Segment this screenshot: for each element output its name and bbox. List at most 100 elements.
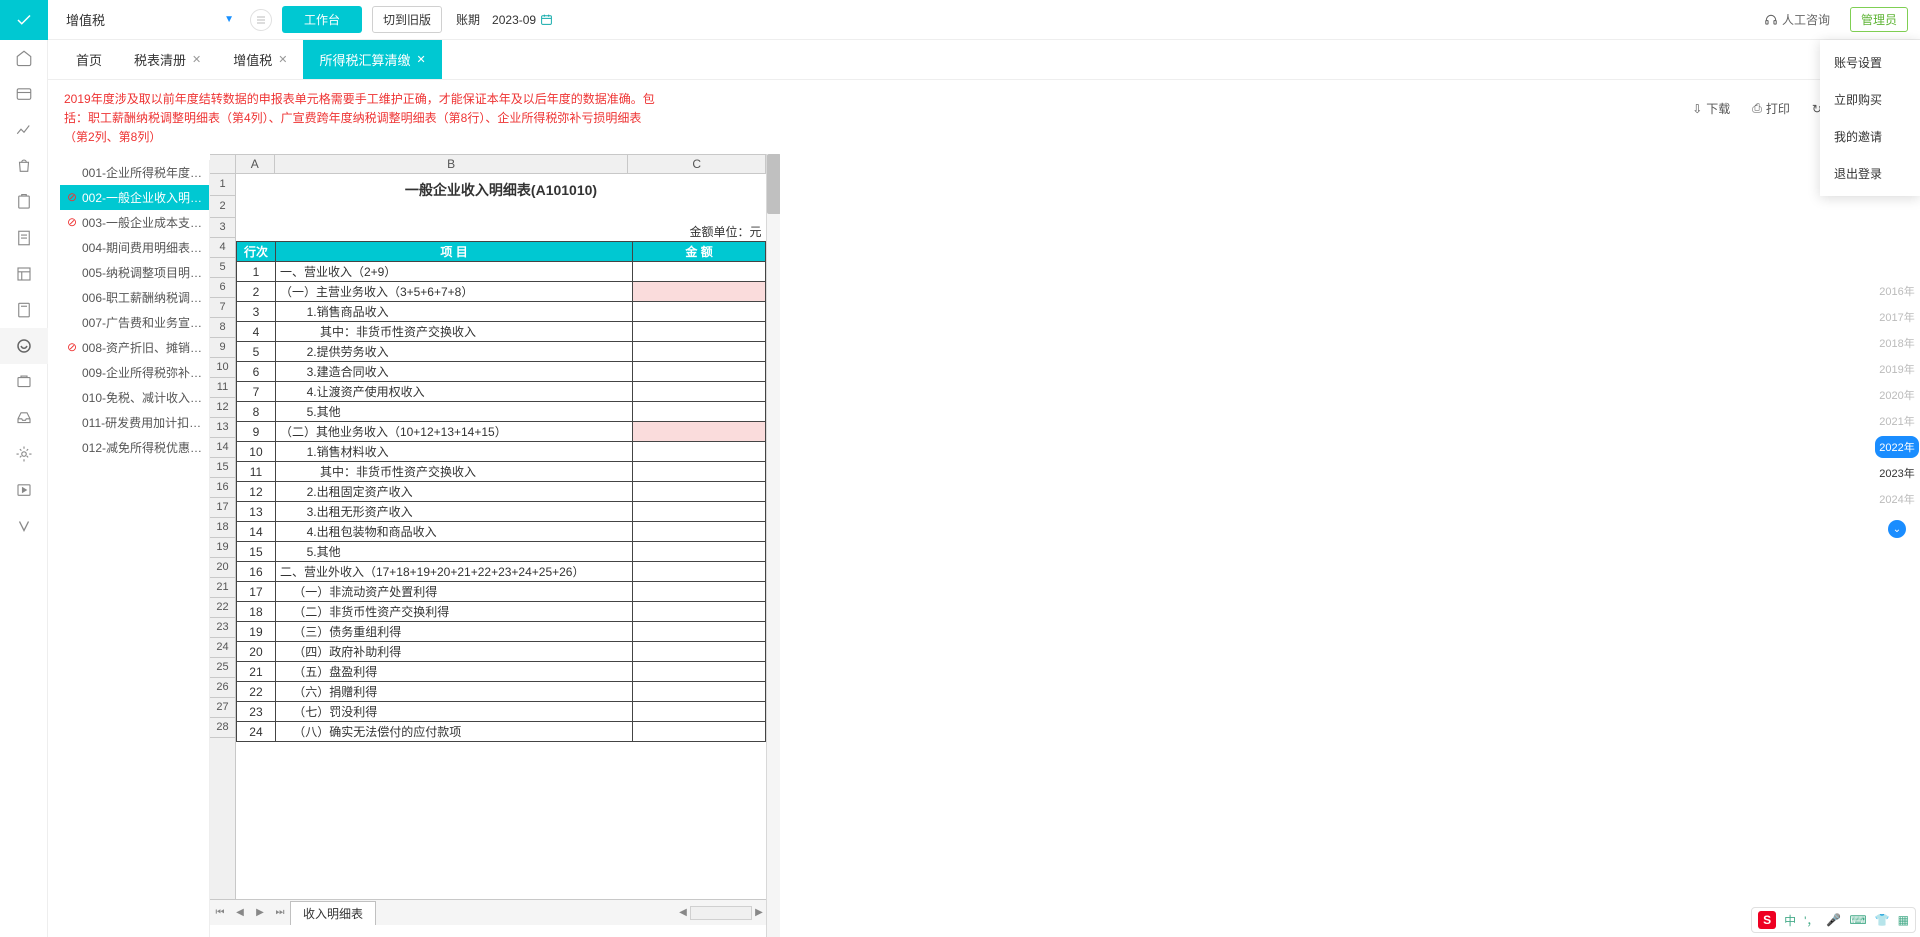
nav-bag-icon[interactable]	[0, 148, 48, 184]
row-header[interactable]: 25	[210, 658, 235, 678]
sheet-tab[interactable]: 收入明细表	[290, 901, 376, 925]
tab-税表清册[interactable]: 税表清册✕	[118, 40, 217, 79]
row-header[interactable]: 5	[210, 258, 235, 278]
scroll-left-icon[interactable]: ◀	[676, 907, 690, 918]
row-header[interactable]: 13	[210, 418, 235, 438]
nav-inbox-icon[interactable]	[0, 400, 48, 436]
amount-cell[interactable]	[633, 642, 766, 662]
form-item-002[interactable]: ⊘002-一般企业收入明细表(A1...	[60, 185, 209, 210]
row-header[interactable]: 1	[210, 174, 235, 196]
col-header-b[interactable]: B	[275, 155, 629, 173]
nav-v-icon[interactable]	[0, 508, 48, 544]
close-icon[interactable]: ✕	[417, 53, 426, 66]
row-header[interactable]: 21	[210, 578, 235, 598]
form-item-009[interactable]: 009-企业所得税弥补亏损明...	[60, 360, 209, 385]
amount-cell[interactable]	[633, 402, 766, 422]
form-item-007[interactable]: 007-广告费和业务宣传费跨...	[60, 310, 209, 335]
amount-cell[interactable]	[633, 422, 766, 442]
nav-tax-icon[interactable]	[0, 328, 48, 364]
ime-mic-icon[interactable]: 🎤	[1826, 913, 1841, 927]
ime-lang[interactable]: 中	[1784, 912, 1796, 929]
amount-cell[interactable]	[633, 562, 766, 582]
tax-type-select[interactable]: 增值税 ▼	[60, 6, 240, 33]
year-2023年[interactable]: 2023年	[1875, 462, 1918, 484]
ime-keyboard-icon[interactable]: ⌨	[1849, 913, 1866, 927]
amount-cell[interactable]	[633, 522, 766, 542]
year-2022年[interactable]: 2022年	[1875, 436, 1918, 458]
amount-cell[interactable]	[633, 322, 766, 342]
row-header[interactable]: 4	[210, 238, 235, 258]
amount-cell[interactable]	[633, 702, 766, 722]
form-item-010[interactable]: 010-免税、减计收入及加计...	[60, 385, 209, 410]
ime-toolbox-icon[interactable]: ▦	[1898, 913, 1909, 927]
admin-button[interactable]: 管理员	[1850, 7, 1908, 32]
amount-cell[interactable]	[633, 482, 766, 502]
amount-cell[interactable]	[633, 282, 766, 302]
row-header[interactable]: 6	[210, 278, 235, 298]
year-2018年[interactable]: 2018年	[1875, 332, 1918, 354]
nav-video-icon[interactable]	[0, 472, 48, 508]
year-2017年[interactable]: 2017年	[1875, 306, 1918, 328]
consult-button[interactable]: 人工咨询	[1764, 11, 1830, 28]
year-2019年[interactable]: 2019年	[1875, 358, 1918, 380]
nav-template-icon[interactable]	[0, 256, 48, 292]
amount-cell[interactable]	[633, 342, 766, 362]
amount-cell[interactable]	[633, 582, 766, 602]
row-header[interactable]: 8	[210, 318, 235, 338]
form-item-003[interactable]: ⊘003-一般企业成本支出明细...	[60, 210, 209, 235]
row-header[interactable]: 7	[210, 298, 235, 318]
row-header[interactable]: 27	[210, 698, 235, 718]
form-item-004[interactable]: 004-期间费用明细表(A1040...	[60, 235, 209, 260]
period-picker[interactable]: 2023-09	[492, 13, 553, 27]
amount-cell[interactable]	[633, 382, 766, 402]
sheet-nav-first-icon[interactable]: ⏮	[210, 907, 230, 918]
amount-cell[interactable]	[633, 542, 766, 562]
close-icon[interactable]: ✕	[278, 53, 287, 66]
row-header[interactable]: 2	[210, 196, 235, 218]
nav-archive-icon[interactable]	[0, 364, 48, 400]
amount-cell[interactable]	[633, 662, 766, 682]
amount-cell[interactable]	[633, 302, 766, 322]
row-header[interactable]: 17	[210, 498, 235, 518]
ime-punct-icon[interactable]: '，	[1804, 912, 1818, 929]
row-header[interactable]: 18	[210, 518, 235, 538]
year-2016年[interactable]: 2016年	[1875, 280, 1918, 302]
row-header[interactable]: 28	[210, 718, 235, 738]
row-header[interactable]: 19	[210, 538, 235, 558]
row-header[interactable]: 3	[210, 218, 235, 238]
print-button[interactable]: ⎙打印	[1752, 100, 1790, 117]
form-item-011[interactable]: 011-研发费用加计扣除优惠...	[60, 410, 209, 435]
row-header[interactable]: 14	[210, 438, 235, 458]
amount-cell[interactable]	[633, 442, 766, 462]
nav-home-icon[interactable]	[0, 40, 48, 76]
amount-cell[interactable]	[633, 682, 766, 702]
list-toggle-icon[interactable]	[250, 9, 272, 31]
workbench-button[interactable]: 工作台	[282, 6, 362, 33]
switch-old-button[interactable]: 切到旧版	[372, 6, 442, 33]
nav-clipboard-icon[interactable]	[0, 184, 48, 220]
row-header[interactable]: 11	[210, 378, 235, 398]
nav-receipt-icon[interactable]	[0, 220, 48, 256]
year-2021年[interactable]: 2021年	[1875, 410, 1918, 432]
sheet-nav-next-icon[interactable]: ▶	[250, 907, 270, 918]
vertical-scrollbar[interactable]	[766, 154, 780, 937]
amount-cell[interactable]	[633, 502, 766, 522]
admin-menu-item[interactable]: 退出登录	[1820, 155, 1920, 192]
amount-cell[interactable]	[633, 362, 766, 382]
ime-brand-icon[interactable]: S	[1758, 911, 1776, 929]
form-item-001[interactable]: 001-企业所得税年度纳税申...	[60, 160, 209, 185]
close-icon[interactable]: ✕	[192, 53, 201, 66]
tab-增值税[interactable]: 增值税✕	[217, 40, 303, 79]
form-item-006[interactable]: 006-职工薪酬纳税调整明细...	[60, 285, 209, 310]
form-item-012[interactable]: 012-减免所得税优惠明细表(...	[60, 435, 209, 460]
admin-menu-item[interactable]: 立即购买	[1820, 81, 1920, 118]
row-header[interactable]: 23	[210, 618, 235, 638]
nav-card-icon[interactable]	[0, 76, 48, 112]
row-header[interactable]: 10	[210, 358, 235, 378]
sheet-nav-prev-icon[interactable]: ◀	[230, 907, 250, 918]
col-header-c[interactable]: C	[628, 155, 766, 173]
tab-首页[interactable]: 首页	[60, 40, 118, 79]
admin-menu-item[interactable]: 账号设置	[1820, 44, 1920, 81]
year-2024年[interactable]: 2024年	[1875, 488, 1918, 510]
row-header[interactable]: 16	[210, 478, 235, 498]
